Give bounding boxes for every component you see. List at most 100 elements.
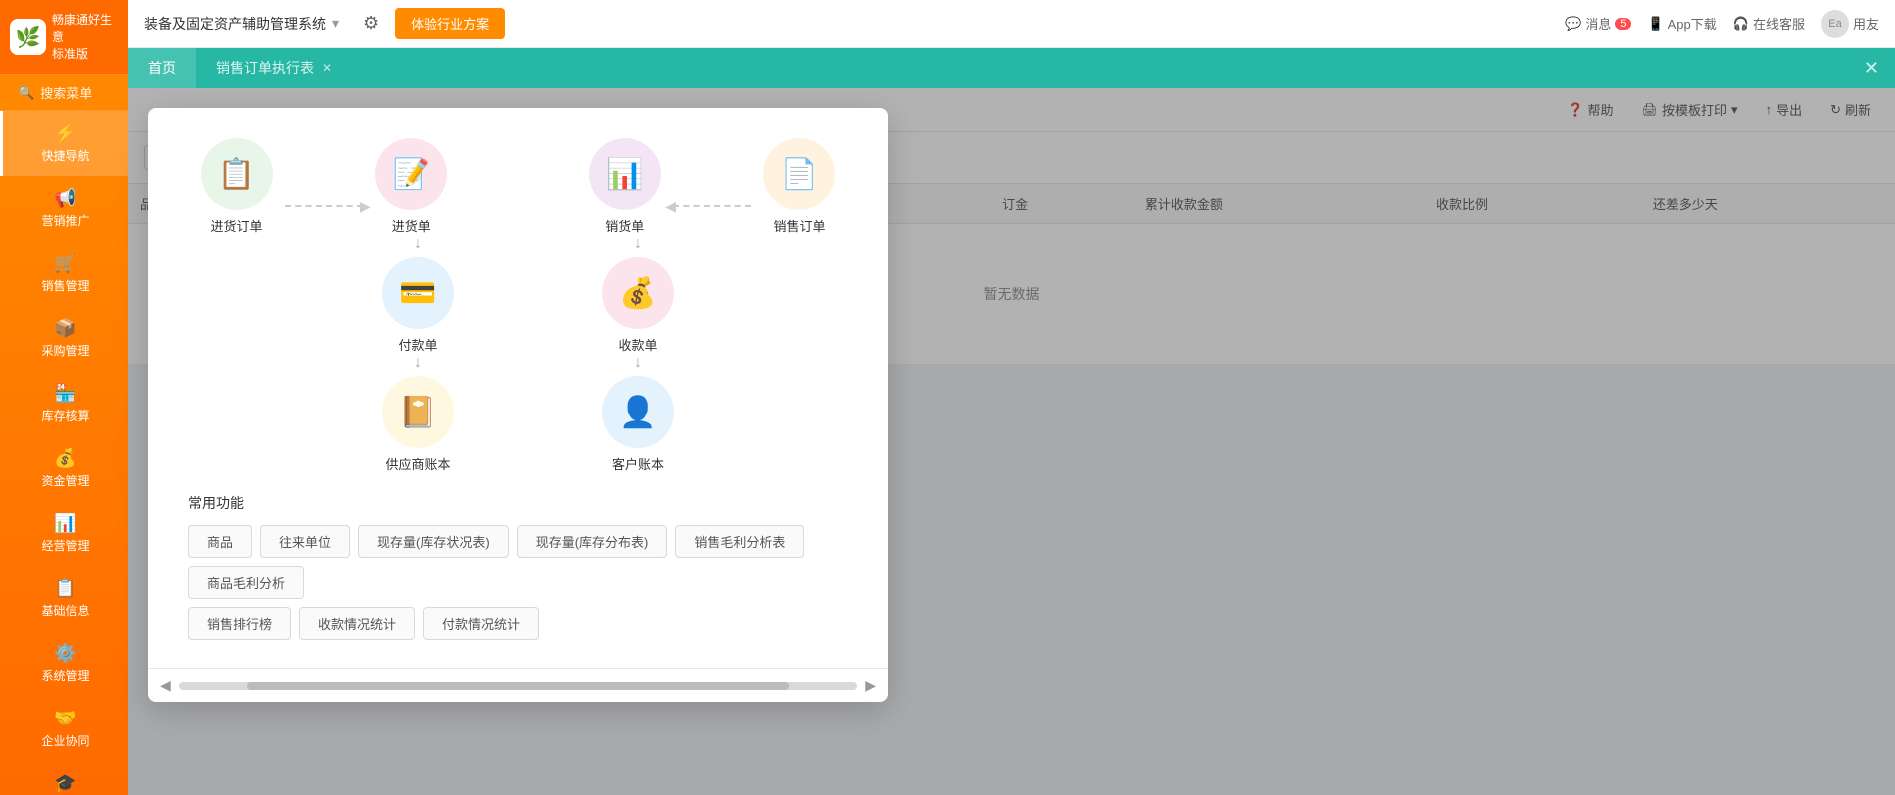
payment-circle: 💳 bbox=[382, 257, 454, 329]
collaboration-icon: 🤝 bbox=[54, 708, 76, 729]
message-btn[interactable]: 💬 消息 5 bbox=[1565, 14, 1631, 33]
sidebar-item-label: 资金管理 bbox=[41, 472, 89, 489]
func-btn-stock-status[interactable]: 现存量(库存状况表) bbox=[358, 525, 509, 558]
purchase-order-label: 进货订单 bbox=[211, 216, 263, 235]
sales-bill-circle: 📊 bbox=[589, 138, 661, 210]
payment-icon: 💳 bbox=[399, 276, 436, 311]
tab-close-icon[interactable]: ✕ bbox=[322, 62, 332, 74]
flow-modal: 📋 进货订单 ▶ 📝 进货单 bbox=[148, 108, 888, 702]
sidebar-item-sales[interactable]: 🛒 销售管理 bbox=[0, 241, 128, 306]
app-download-btn[interactable]: 📱 App下载 bbox=[1647, 14, 1716, 33]
purchase-label: 进货单 bbox=[392, 216, 431, 235]
common-funcs-title: 常用功能 bbox=[188, 493, 848, 513]
sidebar-item-quick-nav[interactable]: ⚡ 快捷导航 bbox=[0, 111, 128, 176]
sidebar-item-operations[interactable]: 📊 经营管理 bbox=[0, 501, 128, 566]
system-title-area: 装备及固定资产辅助管理系统 ▾ bbox=[128, 14, 355, 34]
sidebar-item-collaboration[interactable]: 🤝 企业协同 bbox=[0, 696, 128, 761]
system-icon: ⚙️ bbox=[54, 643, 76, 664]
settings-icon[interactable]: ⚙ bbox=[355, 13, 387, 34]
sidebar-item-finance[interactable]: 💰 资金管理 bbox=[0, 436, 128, 501]
quick-nav-icon: ⚡ bbox=[54, 123, 76, 144]
customer-ledger-label: 客户账本 bbox=[612, 454, 664, 473]
tabbar: 首页 销售订单执行表 ✕ ✕ bbox=[128, 48, 1895, 88]
flow-purchase-order[interactable]: 📋 进货订单 bbox=[188, 138, 285, 235]
experience-btn[interactable]: 体验行业方案 bbox=[395, 8, 505, 39]
inventory-icon: 🏪 bbox=[54, 383, 76, 404]
func-btn-product-margin[interactable]: 商品毛利分析 bbox=[188, 566, 304, 599]
sidebar-item-label: 经营管理 bbox=[41, 537, 89, 554]
func-btn-product[interactable]: 商品 bbox=[188, 525, 252, 558]
sidebar-item-basic-info[interactable]: 📋 基础信息 bbox=[0, 566, 128, 631]
basic-info-icon: 📋 bbox=[54, 578, 76, 599]
logo-area: 🌿 畅康通好生意 标准版 bbox=[0, 0, 128, 75]
sidebar-item-label: 基础信息 bbox=[41, 602, 89, 619]
app-download-icon: 📱 bbox=[1647, 16, 1663, 32]
sidebar-item-label: 企业协同 bbox=[41, 732, 89, 749]
user-area[interactable]: Ea 用友 bbox=[1821, 10, 1879, 38]
sidebar-item-label: 系统管理 bbox=[41, 667, 89, 684]
search-icon: 🔍 bbox=[18, 85, 34, 101]
sales-bill-icon: 📊 bbox=[606, 157, 643, 192]
finance-icon: 💰 bbox=[54, 448, 76, 469]
supplier-ledger-circle: 📔 bbox=[382, 376, 454, 448]
supplier-ledger-label: 供应商账本 bbox=[385, 454, 450, 473]
online-service-btn[interactable]: 🎧 在线客服 bbox=[1733, 14, 1805, 33]
flow-payment[interactable]: 💳 付款单 bbox=[368, 257, 468, 354]
search-menu-label: 搜索菜单 bbox=[40, 83, 92, 102]
common-functions: 常用功能 商品 往来单位 现存量(库存状况表) 现存量(库存分布表) 销售毛利分… bbox=[148, 493, 888, 668]
func-btn-sales-rank[interactable]: 销售排行榜 bbox=[188, 607, 291, 640]
sidebar-item-guide[interactable]: 🎓 新手引导 bbox=[0, 761, 128, 795]
func-btn-stock-dist[interactable]: 现存量(库存分布表) bbox=[517, 525, 668, 558]
sidebar-item-label: 营销推广 bbox=[41, 212, 89, 229]
receipt-label: 收款单 bbox=[618, 335, 657, 354]
sales-icon: 🛒 bbox=[54, 253, 76, 274]
purchase-circle: 📝 bbox=[375, 138, 447, 210]
sales-order-icon: 📄 bbox=[781, 157, 818, 192]
flow-receipt[interactable]: 💰 收款单 bbox=[588, 257, 688, 354]
scroll-left-icon[interactable]: ◀ bbox=[160, 677, 171, 694]
sidebar-item-purchase[interactable]: 📦 采购管理 bbox=[0, 306, 128, 371]
modal-overlay[interactable]: 📋 进货订单 ▶ 📝 进货单 bbox=[128, 88, 1895, 795]
flow-sales-bill[interactable]: 📊 销货单 bbox=[576, 138, 673, 235]
flow-supplier-ledger[interactable]: 📔 供应商账本 bbox=[368, 376, 468, 473]
avatar: Ea bbox=[1821, 10, 1849, 38]
sales-order-label: 销售订单 bbox=[773, 216, 825, 235]
scroll-handle[interactable] bbox=[247, 682, 790, 690]
search-menu[interactable]: 🔍 搜索菜单 bbox=[0, 75, 128, 111]
sidebar-item-system[interactable]: ⚙️ 系统管理 bbox=[0, 631, 128, 696]
payment-label: 付款单 bbox=[398, 335, 437, 354]
sidebar-item-label: 快捷导航 bbox=[41, 147, 89, 164]
sidebar: 🌿 畅康通好生意 标准版 🔍 搜索菜单 ⚡ 快捷导航 📢 营销推广 🛒 销售管理… bbox=[0, 0, 128, 795]
func-btn-sales-analysis[interactable]: 销售毛利分析表 bbox=[675, 525, 804, 558]
marketing-icon: 📢 bbox=[54, 188, 76, 209]
func-btns-row1: 商品 往来单位 现存量(库存状况表) 现存量(库存分布表) 销售毛利分析表 商品… bbox=[188, 525, 848, 599]
sidebar-item-label: 销售管理 bbox=[41, 277, 89, 294]
message-badge: 5 bbox=[1615, 18, 1631, 30]
dropdown-arrow-icon[interactable]: ▾ bbox=[332, 15, 339, 32]
tab-sales-order-exec[interactable]: 销售订单执行表 ✕ bbox=[196, 48, 352, 88]
topbar-right: 💬 消息 5 📱 App下载 🎧 在线客服 Ea 用友 bbox=[1565, 10, 1895, 38]
message-icon: 💬 bbox=[1565, 16, 1581, 32]
purchase-icon: 📝 bbox=[393, 157, 430, 192]
func-btn-counterpart[interactable]: 往来单位 bbox=[260, 525, 350, 558]
system-title: 装备及固定资产辅助管理系统 bbox=[144, 14, 326, 34]
flow-customer-ledger[interactable]: 👤 客户账本 bbox=[588, 376, 688, 473]
receipt-circle: 💰 bbox=[602, 257, 674, 329]
logo-icon: 🌿 bbox=[10, 19, 46, 55]
flow-sales-order[interactable]: 📄 销售订单 bbox=[751, 138, 848, 235]
topbar: 装备及固定资产辅助管理系统 ▾ ⚙ 体验行业方案 💬 消息 5 📱 App下载 … bbox=[128, 0, 1895, 48]
flow-diagram: 📋 进货订单 ▶ 📝 进货单 bbox=[148, 108, 888, 493]
func-btn-receipt-stats[interactable]: 收款情况统计 bbox=[299, 607, 415, 640]
tab-home[interactable]: 首页 bbox=[128, 48, 196, 88]
scroll-track[interactable] bbox=[179, 682, 857, 690]
close-all-tabs-btn[interactable]: ✕ bbox=[1864, 48, 1895, 88]
online-service-icon: 🎧 bbox=[1733, 16, 1749, 32]
online-service-label: 在线客服 bbox=[1753, 14, 1805, 33]
func-btn-payment-stats[interactable]: 付款情况统计 bbox=[423, 607, 539, 640]
flow-purchase[interactable]: 📝 进货单 bbox=[363, 138, 460, 235]
scroll-right-icon[interactable]: ▶ bbox=[865, 677, 876, 694]
sidebar-item-inventory[interactable]: 🏪 库存核算 bbox=[0, 371, 128, 436]
customer-ledger-circle: 👤 bbox=[602, 376, 674, 448]
user-name: 用友 bbox=[1853, 14, 1879, 33]
sidebar-item-marketing[interactable]: 📢 营销推广 bbox=[0, 176, 128, 241]
